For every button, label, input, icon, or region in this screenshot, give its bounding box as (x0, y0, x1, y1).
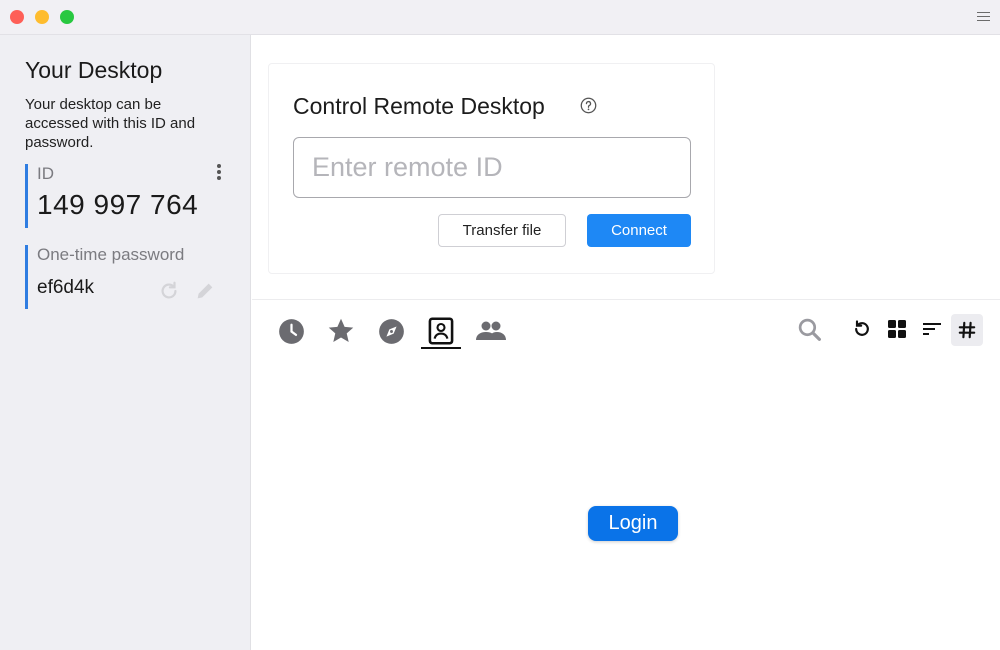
refresh-button[interactable] (849, 316, 875, 342)
id-label: ID (37, 164, 54, 183)
search-icon (798, 318, 821, 341)
refresh-password-icon[interactable] (158, 280, 180, 302)
password-section: One-time password ef6d4k (25, 245, 225, 309)
sort-button[interactable] (919, 316, 945, 342)
window-close-button[interactable] (10, 10, 24, 24)
remote-id-input[interactable] (293, 137, 691, 198)
tab-discovered[interactable] (373, 313, 409, 349)
tab-recent[interactable] (273, 313, 309, 349)
edit-password-icon[interactable] (194, 280, 216, 302)
clock-icon (278, 318, 304, 344)
active-tab-indicator (421, 347, 461, 349)
hashtag-view-button[interactable] (951, 314, 983, 346)
people-icon (476, 321, 506, 340)
login-button[interactable]: Login (588, 506, 678, 541)
tab-favorites[interactable] (323, 313, 359, 349)
help-icon[interactable] (580, 97, 597, 114)
sidebar-title: Your Desktop (25, 57, 163, 83)
connect-button[interactable]: Connect (587, 214, 691, 247)
more-options-icon[interactable] (215, 164, 223, 184)
address-book-icon (428, 317, 454, 345)
sidebar-description: Your desktop can be accessed with this I… (25, 96, 196, 151)
id-value: 149 997 764 (37, 189, 199, 220)
sidebar: Your Desktop Your desktop can be accesse… (0, 35, 251, 650)
control-remote-title: Control Remote Desktop (293, 93, 545, 119)
grid-view-button[interactable] (884, 316, 910, 342)
transfer-file-button[interactable]: Transfer file (438, 214, 566, 247)
refresh-icon (855, 320, 869, 336)
search-button[interactable] (796, 316, 822, 342)
tab-group[interactable] (473, 313, 509, 349)
hashtag-icon (958, 321, 976, 339)
window-minimize-button[interactable] (35, 10, 49, 24)
id-section: ID 149 997 764 (25, 164, 225, 228)
section-divider (252, 299, 1000, 300)
control-remote-card: Control Remote Desktop Transfer file Con… (268, 63, 715, 274)
compass-icon (378, 318, 404, 344)
star-icon (328, 318, 354, 342)
window-titlebar (0, 0, 1000, 35)
password-label: One-time password (37, 245, 185, 264)
sort-icon (923, 323, 941, 335)
window-maximize-button[interactable] (60, 10, 74, 24)
hamburger-menu-icon[interactable] (977, 12, 990, 23)
grid-view-icon (888, 320, 906, 338)
tab-address-book[interactable] (423, 313, 459, 349)
